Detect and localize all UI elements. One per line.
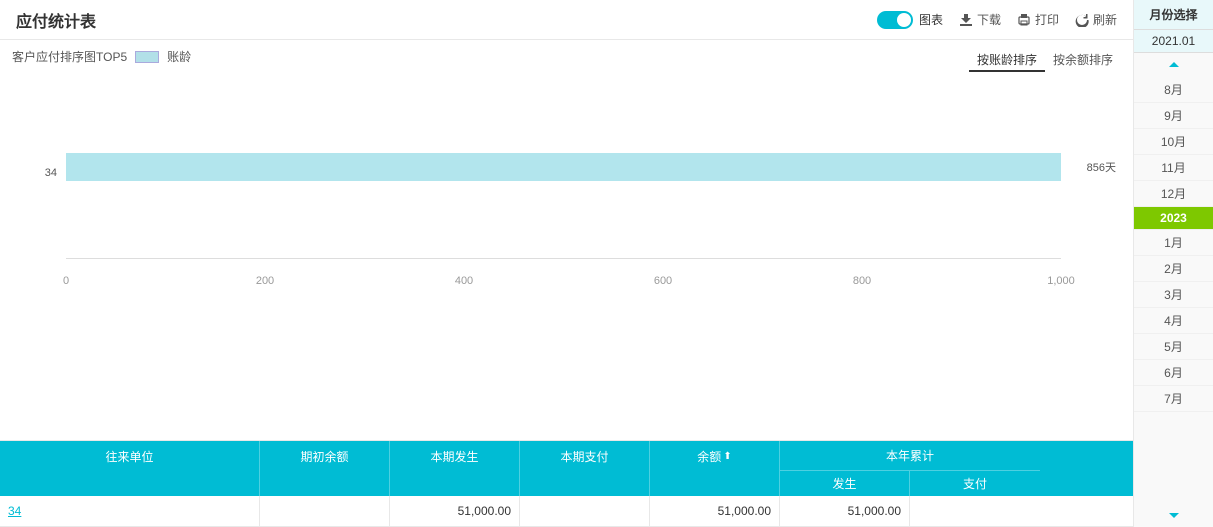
refresh-icon: [1075, 13, 1089, 27]
sort-buttons: 按账龄排序 按余额排序: [969, 49, 1121, 72]
sidebar-item-2023[interactable]: 2023: [1134, 207, 1213, 230]
table-header-row1: 往来单位 期初余额 本期发生 本期支付 余额 ⬆ 本年累计: [0, 441, 1133, 471]
th-balance: 余额 ⬆: [650, 441, 780, 471]
sidebar-up-btn[interactable]: [1134, 53, 1213, 77]
th-vendor: 往来单位: [0, 441, 260, 471]
sidebar-item-11[interactable]: 11月: [1134, 155, 1213, 181]
legend-color: [135, 51, 159, 63]
bar-right-label: 856天: [1087, 159, 1116, 175]
th-occur: 本期发生: [390, 441, 520, 471]
chart-toggle-container[interactable]: 图表: [877, 11, 943, 29]
chart-toggle[interactable]: [877, 11, 913, 29]
x-label-200: 200: [256, 275, 274, 287]
download-label: 下载: [977, 11, 1001, 28]
sidebar-down-btn[interactable]: [1134, 503, 1213, 527]
chevron-up-icon: [1166, 57, 1182, 73]
th-annual-group: 本年累计: [780, 441, 1040, 471]
sidebar-item-4[interactable]: 4月: [1134, 308, 1213, 334]
download-button[interactable]: 下载: [959, 11, 1001, 28]
sort-by-amount-btn[interactable]: 按余额排序: [1045, 49, 1121, 72]
x-label-1000: 1,000: [1047, 275, 1075, 287]
refresh-button[interactable]: 刷新: [1075, 11, 1117, 28]
chart-legend: 客户应付排序图TOP5 账龄: [12, 48, 191, 65]
table-row: 34 51,000.00 51,000.00 51,000.00: [0, 496, 1133, 527]
td-pay: [520, 496, 650, 526]
th2-annual-occur: 发生: [780, 471, 910, 496]
table-area: 往来单位 期初余额 本期发生 本期支付 余额 ⬆ 本年累计: [0, 441, 1133, 527]
td-occur: 51,000.00: [390, 496, 520, 526]
sidebar-current-period[interactable]: 2021.01: [1134, 30, 1213, 53]
table-header-row2: 发生 支付: [0, 471, 1133, 496]
vendor-link[interactable]: 34: [8, 504, 21, 518]
legend-label: 客户应付排序图TOP5: [12, 48, 127, 65]
sidebar-item-3[interactable]: 3月: [1134, 282, 1213, 308]
sidebar-item-7[interactable]: 7月: [1134, 386, 1213, 412]
th2-balance: [650, 471, 780, 496]
td-balance: 51,000.00: [650, 496, 780, 526]
sidebar-item-2[interactable]: 2月: [1134, 256, 1213, 282]
chart-visualization: 34 856天 0 200 400 600 800 1,000: [22, 79, 1121, 279]
td-vendor: 34: [0, 496, 260, 526]
sidebar-header: 月份选择: [1134, 0, 1213, 30]
sidebar-item-10[interactable]: 10月: [1134, 129, 1213, 155]
app-header: 应付统计表 图表 下载: [0, 0, 1133, 40]
legend-color-label: 账龄: [167, 48, 191, 65]
chart-bar: 856天: [66, 153, 1061, 181]
sidebar-item-5[interactable]: 5月: [1134, 334, 1213, 360]
td-annual-occur: 51,000.00: [780, 496, 910, 526]
refresh-label: 刷新: [1093, 11, 1117, 28]
print-icon: [1017, 13, 1031, 27]
x-label-600: 600: [654, 275, 672, 287]
chart-area: 客户应付排序图TOP5 账龄 按账龄排序 按余额排序 34 856天: [0, 40, 1133, 441]
th-pay: 本期支付: [520, 441, 650, 471]
download-icon: [959, 13, 973, 27]
x-label-0: 0: [63, 275, 69, 287]
sidebar-item-6[interactable]: 6月: [1134, 360, 1213, 386]
sidebar-item-8[interactable]: 8月: [1134, 77, 1213, 103]
page-title: 应付统计表: [16, 8, 96, 32]
print-label: 打印: [1035, 11, 1059, 28]
th2-vendor: [0, 471, 260, 496]
th2-annual-pay: 支付: [910, 471, 1040, 496]
x-axis-line: [66, 258, 1061, 259]
sidebar-item-9[interactable]: 9月: [1134, 103, 1213, 129]
x-label-800: 800: [853, 275, 871, 287]
th-annual-label: 本年累计: [780, 441, 1040, 471]
th2-pay: [520, 471, 650, 496]
balance-sort-icon: ⬆: [723, 451, 731, 462]
chart-toggle-label: 图表: [919, 11, 943, 28]
th2-opening: [260, 471, 390, 496]
right-sidebar: 月份选择 2021.01 8月 9月 10月 11月 12月 2023 1月 2…: [1133, 0, 1213, 527]
chevron-down-icon: [1166, 507, 1182, 523]
sort-by-balance-btn[interactable]: 按账龄排序: [969, 49, 1045, 72]
month-list: 8月 9月 10月 11月 12月 2023 1月 2月 3月 4月 5月 6月…: [1134, 77, 1213, 503]
th-opening: 期初余额: [260, 441, 390, 471]
print-button[interactable]: 打印: [1017, 11, 1059, 28]
th2-occur: [390, 471, 520, 496]
td-opening: [260, 496, 390, 526]
td-annual-pay: [910, 496, 1040, 526]
sidebar-item-1[interactable]: 1月: [1134, 230, 1213, 256]
header-actions: 图表 下载 打印: [877, 11, 1117, 29]
y-axis-label: 34: [22, 167, 57, 179]
sidebar-item-12[interactable]: 12月: [1134, 181, 1213, 207]
x-label-400: 400: [455, 275, 473, 287]
